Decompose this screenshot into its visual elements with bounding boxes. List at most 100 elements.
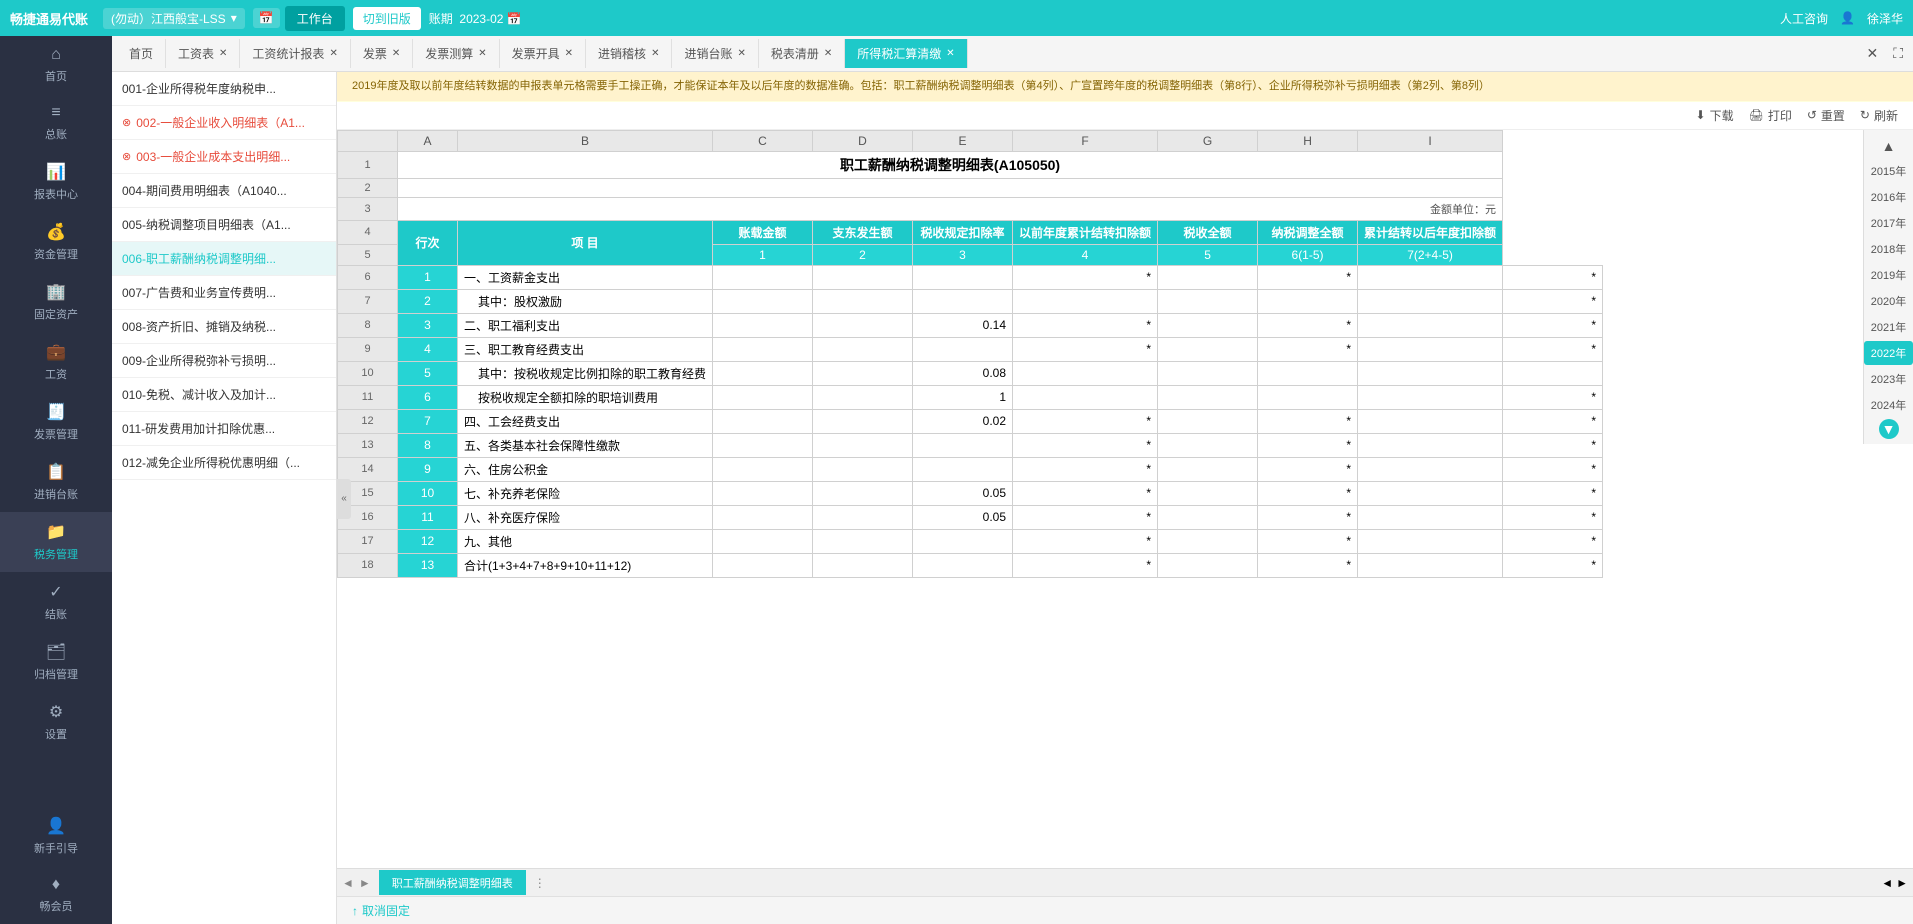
print-button[interactable]: 🖨 打印 [1749,107,1792,124]
tab-salary-table[interactable]: 工资表 ✕ [166,39,240,68]
row10-c1[interactable] [713,361,813,385]
company-selector[interactable]: (勿动）江西般宝-LSS ▾ [103,8,245,29]
row10-c4[interactable] [1013,361,1158,385]
row12-c4[interactable]: * [1013,409,1158,433]
collapse-panel-button[interactable]: « [337,479,351,519]
row16-c7[interactable] [1358,505,1503,529]
row17-c7[interactable] [1358,529,1503,553]
year-2020[interactable]: 2020年 [1864,289,1913,313]
year-2016[interactable]: 2016年 [1864,185,1913,209]
row12-c7[interactable] [1358,409,1503,433]
row6-c7[interactable] [1358,265,1503,289]
row17-c1[interactable] [713,529,813,553]
year-2024[interactable]: 2024年 [1864,393,1913,417]
row9-c4[interactable]: * [1013,337,1158,361]
row8-c3[interactable]: 0.14 [913,313,1013,337]
bottom-scroll-area[interactable]: ◄ ► [1881,876,1908,890]
row8-c5[interactable] [1158,313,1258,337]
year-2018[interactable]: 2018年 [1864,237,1913,261]
row7-c5[interactable] [1158,289,1258,313]
tab-purchase-ledger[interactable]: 进销台账 ✕ [672,39,758,68]
report-item-006[interactable]: 006-职工薪酬纳税调整明细... [112,242,336,276]
row18-c3[interactable] [913,553,1013,577]
row18-c2[interactable] [813,553,913,577]
row13-c6[interactable]: * [1258,433,1358,457]
row12-c8[interactable]: * [1503,409,1603,433]
row11-c5[interactable] [1158,385,1258,409]
tab-close-salary-report[interactable]: ✕ [329,48,337,59]
switch-old-button[interactable]: 切到旧版 [353,7,421,30]
row15-c6[interactable]: * [1258,481,1358,505]
row7-c1[interactable] [713,289,813,313]
row13-c3[interactable] [913,433,1013,457]
report-item-010[interactable]: 010-免税、减计收入及加计... [112,378,336,412]
sidebar-item-salary[interactable]: 💼 工资 [0,332,112,392]
report-item-003[interactable]: ⊗ 003-一般企业成本支出明细... [112,140,336,174]
row13-c8[interactable]: * [1503,433,1603,457]
row8-c8[interactable]: * [1503,313,1603,337]
tab-close-purchase-ledger[interactable]: ✕ [737,48,745,59]
row10-c2[interactable] [813,361,913,385]
sidebar-item-reports[interactable]: 📊 报表中心 [0,152,112,212]
row9-c6[interactable]: * [1258,337,1358,361]
report-item-011[interactable]: 011-研发费用加计扣除优惠... [112,412,336,446]
row9-c7[interactable] [1358,337,1503,361]
row18-c1[interactable] [713,553,813,577]
sidebar-item-home[interactable]: ⌂ 首页 [0,36,112,94]
row13-c2[interactable] [813,433,913,457]
row16-c8[interactable]: * [1503,505,1603,529]
tab-invoice-calc[interactable]: 发票测算 ✕ [413,39,499,68]
row8-c4[interactable]: * [1013,313,1158,337]
row15-c7[interactable] [1358,481,1503,505]
year-up-button[interactable]: ▲ [1879,135,1899,157]
row11-c4[interactable] [1013,385,1158,409]
sidebar-item-member[interactable]: ♦ 畅会员 [0,866,112,924]
report-item-005[interactable]: 005-纳税调整项目明细表（A1... [112,208,336,242]
sidebar-item-ledger[interactable]: ≡ 总账 [0,94,112,152]
tab-close-invoice[interactable]: ✕ [392,48,400,59]
year-2023[interactable]: 2023年 [1864,367,1913,391]
row13-c7[interactable] [1358,433,1503,457]
row9-label[interactable]: 三、职工教育经费支出 [458,337,713,361]
row14-c4[interactable]: * [1013,457,1158,481]
row8-c7[interactable] [1358,313,1503,337]
bottom-tab-employee-salary[interactable]: 职工薪酬纳税调整明细表 [379,870,526,895]
sidebar-item-settings[interactable]: ⚙ 设置 [0,692,112,752]
row11-c2[interactable] [813,385,913,409]
row8-label[interactable]: 二、职工福利支出 [458,313,713,337]
row9-c5[interactable] [1158,337,1258,361]
year-2019[interactable]: 2019年 [1864,263,1913,287]
sidebar-item-archive[interactable]: 🗂 归档管理 [0,632,112,692]
row11-c6[interactable] [1258,385,1358,409]
download-button[interactable]: ⬇ 下载 [1696,107,1734,124]
row12-c5[interactable] [1158,409,1258,433]
row18-c8[interactable]: * [1503,553,1603,577]
row10-c6[interactable] [1258,361,1358,385]
row8-c2[interactable] [813,313,913,337]
tab-invoice-open[interactable]: 发票开具 ✕ [500,39,586,68]
row18-c5[interactable] [1158,553,1258,577]
row12-c3[interactable]: 0.02 [913,409,1013,433]
bottom-nav-right[interactable]: ► [359,876,371,890]
row6-c8[interactable]: * [1503,265,1603,289]
tab-close-tax-clearance[interactable]: ✕ [824,48,832,59]
row12-c6[interactable]: * [1258,409,1358,433]
row8-c1[interactable] [713,313,813,337]
tab-close-purchase-check[interactable]: ✕ [651,48,659,59]
row6-c1[interactable] [713,265,813,289]
row18-label[interactable]: 合计(1+3+4+7+8+9+10+11+12) [458,553,713,577]
bottom-nav-left[interactable]: ◄ [342,876,354,890]
row11-c3[interactable]: 1 [913,385,1013,409]
row10-c7[interactable] [1358,361,1503,385]
row7-c6[interactable] [1258,289,1358,313]
row15-c8[interactable]: * [1503,481,1603,505]
row7-c8[interactable]: * [1503,289,1603,313]
row7-c4[interactable] [1013,289,1158,313]
row17-c2[interactable] [813,529,913,553]
workbench-button[interactable]: 工作台 [285,6,345,31]
report-item-004[interactable]: 004-期间费用明细表（A1040... [112,174,336,208]
refresh-button[interactable]: ↻ 刷新 [1860,107,1898,124]
row8-c6[interactable]: * [1258,313,1358,337]
row17-label[interactable]: 九、其他 [458,529,713,553]
year-2015[interactable]: 2015年 [1864,159,1913,183]
